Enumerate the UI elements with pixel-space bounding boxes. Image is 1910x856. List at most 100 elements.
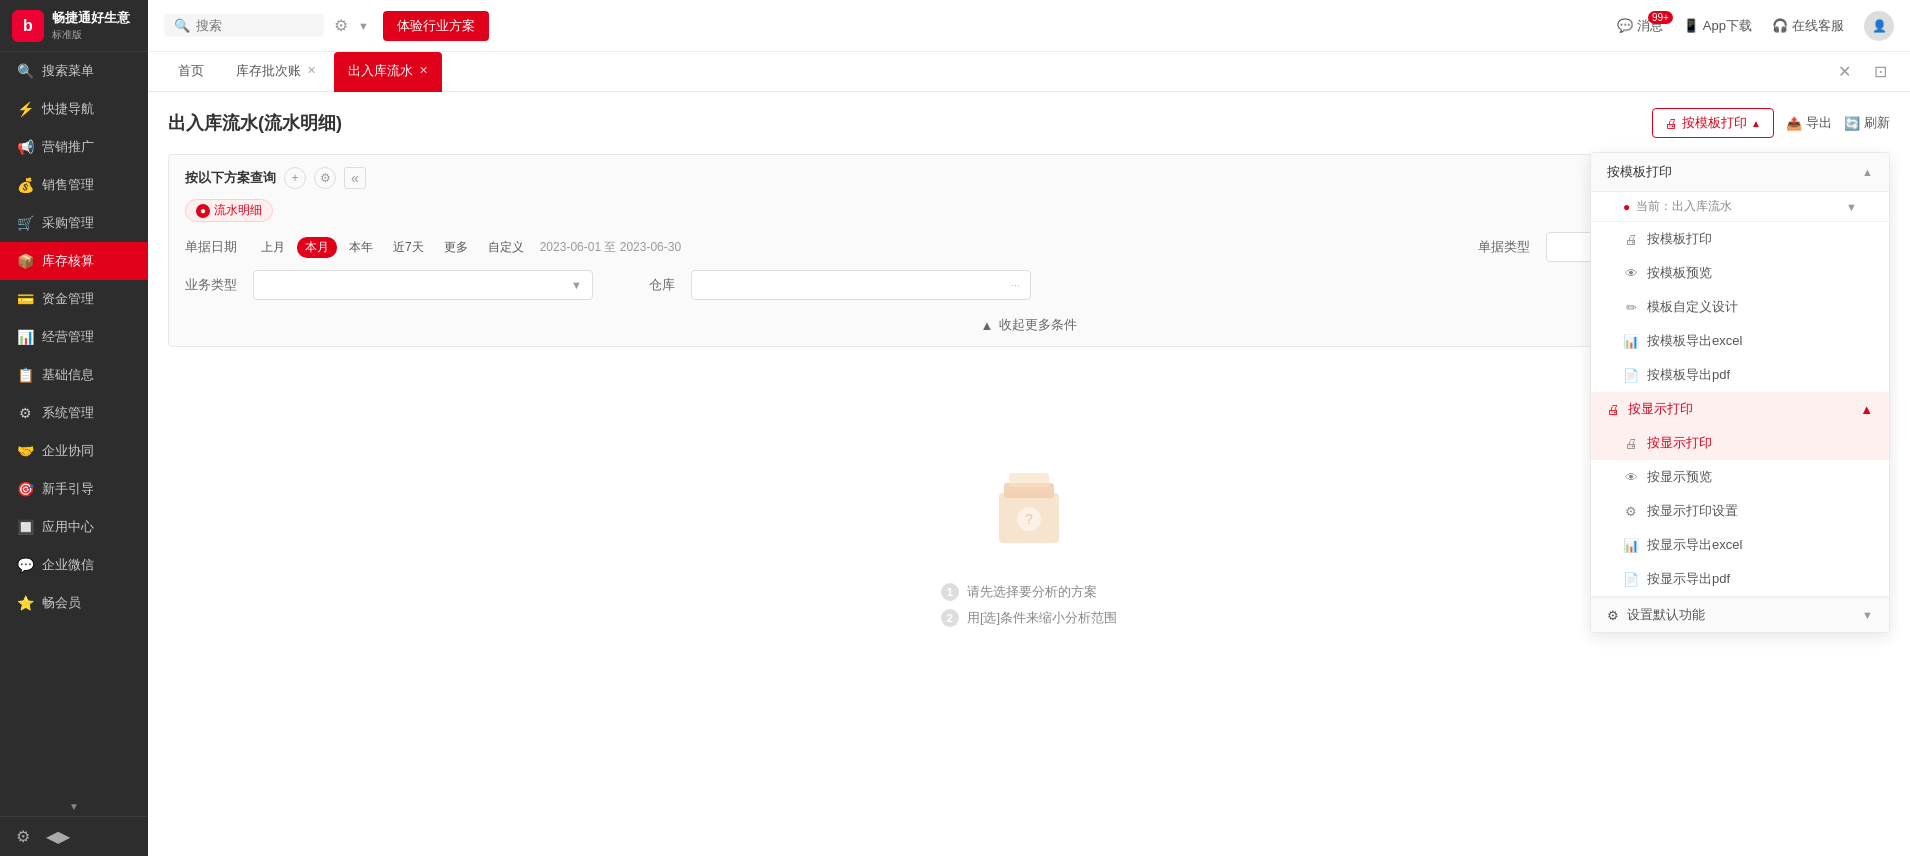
search-menu-icon: 🔍 <box>16 62 34 80</box>
display-print-icon: 🖨 <box>1623 435 1639 451</box>
messages-badge: 99+ <box>1648 11 1673 24</box>
sidebar-item-sales[interactable]: 💰 销售管理 <box>0 166 148 204</box>
dropdown-item-template-export-pdf[interactable]: 📄 按模板导出pdf <box>1591 358 1889 392</box>
dropdown-item-display-export-pdf[interactable]: 📄 按显示导出pdf <box>1591 562 1889 596</box>
empty-step-2-label: 用[选]条件来缩小分析范围 <box>967 609 1117 627</box>
trial-btn[interactable]: 体验行业方案 <box>383 11 489 41</box>
sidebar-item-beginner[interactable]: 🎯 新手引导 <box>0 470 148 508</box>
sidebar-item-operations[interactable]: 📊 经营管理 <box>0 318 148 356</box>
sidebar-item-enterprise[interactable]: 🤝 企业协同 <box>0 432 148 470</box>
doc-type-label: 单据类型 <box>1478 238 1530 256</box>
sidebar-item-enterprise-wechat[interactable]: 💬 企业微信 <box>0 546 148 584</box>
basic-info-icon: 📋 <box>16 366 34 384</box>
tabs-close-btn[interactable]: ✕ <box>1830 58 1858 86</box>
refresh-btn[interactable]: 🔄 刷新 <box>1844 114 1890 132</box>
topbar-gear-icon[interactable]: ⚙ <box>334 16 348 35</box>
tabs-right-controls: ✕ ⊡ <box>1830 58 1894 86</box>
sidebar-item-label: 搜索菜单 <box>42 62 132 80</box>
template-print-label: 按模板打印 <box>1647 230 1712 248</box>
date-tab-more[interactable]: 更多 <box>436 237 476 258</box>
sidebar: b 畅捷通好生意 标准版 🔍 搜索菜单 ⚡ 快捷导航 📢 营销推广 💰 销售管理… <box>0 0 148 856</box>
tab-inventory-batch-label: 库存批次账 <box>236 62 301 80</box>
app-download-btn[interactable]: 📱 App下载 <box>1683 17 1752 35</box>
app-download-label: App下载 <box>1703 17 1752 35</box>
enterprise-wechat-icon: 💬 <box>16 556 34 574</box>
svg-rect-2 <box>1009 473 1049 487</box>
user-avatar[interactable]: 👤 <box>1864 11 1894 41</box>
export-btn[interactable]: 📤 导出 <box>1786 114 1832 132</box>
sidebar-item-basic-info[interactable]: 📋 基础信息 <box>0 356 148 394</box>
sidebar-item-system[interactable]: ⚙ 系统管理 <box>0 394 148 432</box>
date-tab-last-7-days[interactable]: 近7天 <box>385 237 432 258</box>
date-filter: 上月 本月 本年 近7天 更多 自定义 2023-06-01 至 2023-06… <box>253 237 1422 258</box>
warehouse-arrow: ··· <box>1011 279 1020 291</box>
dropdown-header-label: 按模板打印 <box>1607 163 1672 181</box>
online-service-btn[interactable]: 🎧 在线客服 <box>1772 17 1844 35</box>
message-icon: 💬 <box>1617 18 1633 33</box>
sidebar-item-inventory[interactable]: 📦 库存核算 <box>0 242 148 280</box>
dropdown-item-display-print[interactable]: 🖨 按显示打印 <box>1591 426 1889 460</box>
print-icon: 🖨 <box>1665 116 1678 131</box>
date-tab-current-year[interactable]: 本年 <box>341 237 381 258</box>
tab-home[interactable]: 首页 <box>164 52 218 92</box>
display-preview-icon: 👁 <box>1623 469 1639 485</box>
sidebar-item-marketing[interactable]: 📢 营销推广 <box>0 128 148 166</box>
online-service-label: 在线客服 <box>1792 17 1844 35</box>
tab-inout-flow[interactable]: 出入库流水 ✕ <box>334 52 442 92</box>
sidebar-item-label: 应用中心 <box>42 518 132 536</box>
dropdown-header-arrow[interactable]: ▲ <box>1862 166 1873 178</box>
tab-inout-flow-close[interactable]: ✕ <box>419 64 428 77</box>
date-tab-custom[interactable]: 自定义 <box>480 237 532 258</box>
topbar: 🔍 ⚙ ▼ 体验行业方案 💬 消息 99+ 📱 App下载 🎧 在线客服 👤 <box>148 0 1910 52</box>
tab-inventory-batch[interactable]: 库存批次账 ✕ <box>222 52 330 92</box>
add-condition-btn[interactable]: + <box>284 167 306 189</box>
dropdown-item-template-design[interactable]: ✏ 模板自定义设计 <box>1591 290 1889 324</box>
date-tab-prev-month[interactable]: 上月 <box>253 237 293 258</box>
messages-btn[interactable]: 💬 消息 99+ <box>1617 17 1663 35</box>
sidebar-item-purchase[interactable]: 🛒 采购管理 <box>0 204 148 242</box>
template-preview-label: 按模板预览 <box>1647 264 1712 282</box>
date-tab-current-month[interactable]: 本月 <box>297 237 337 258</box>
dropdown-item-display-print-settings[interactable]: ⚙ 按显示打印设置 <box>1591 494 1889 528</box>
dropdown-item-display-preview[interactable]: 👁 按显示预览 <box>1591 460 1889 494</box>
sidebar-item-membership[interactable]: ⭐ 畅会员 <box>0 584 148 622</box>
warehouse-select[interactable]: ··· <box>691 270 1031 300</box>
sidebar-collapse-icon[interactable]: ◀▶ <box>46 827 70 846</box>
tabs-maximize-btn[interactable]: ⊡ <box>1866 58 1894 86</box>
settings-condition-btn[interactable]: ⚙ <box>314 167 336 189</box>
sidebar-item-app-center[interactable]: 🔲 应用中心 <box>0 508 148 546</box>
template-design-icon: ✏ <box>1623 299 1639 315</box>
step-num-1: 1 <box>941 583 959 601</box>
sidebar-item-search-menu[interactable]: 🔍 搜索菜单 <box>0 52 148 90</box>
filter-tag[interactable]: ● 流水明细 <box>185 199 273 222</box>
system-icon: ⚙ <box>16 404 34 422</box>
dropdown-item-display-export-excel[interactable]: 📊 按显示导出excel <box>1591 528 1889 562</box>
sidebar-logo: b 畅捷通好生意 标准版 <box>0 0 148 52</box>
footer-arrow: ▼ <box>1862 609 1873 621</box>
dropdown-item-template-export-excel[interactable]: 📊 按模板导出excel <box>1591 324 1889 358</box>
dropdown-item-template-preview[interactable]: 👁 按模板预览 <box>1591 256 1889 290</box>
display-print-section-header[interactable]: 🖨 按显示打印 ▲ <box>1591 392 1889 426</box>
collapse-condition-btn[interactable]: « <box>344 167 366 189</box>
empty-step-2: 2 用[选]条件来缩小分析范围 <box>941 609 1117 627</box>
business-type-arrow: ▼ <box>571 279 582 291</box>
sidebar-settings-icon[interactable]: ⚙ <box>16 827 30 846</box>
display-print-section-label: 按显示打印 <box>1628 400 1693 418</box>
tab-inventory-batch-close[interactable]: ✕ <box>307 64 316 77</box>
search-icon: 🔍 <box>174 18 190 33</box>
current-arrow: ▼ <box>1846 201 1857 213</box>
warehouse-label: 仓库 <box>649 276 675 294</box>
print-template-btn[interactable]: 🖨 按模板打印 ▲ <box>1652 108 1774 138</box>
business-type-select[interactable]: ▼ <box>253 270 593 300</box>
topbar-dropdown-arrow[interactable]: ▼ <box>358 20 369 32</box>
sidebar-item-finance[interactable]: 💳 资金管理 <box>0 280 148 318</box>
dropdown-item-template-print[interactable]: 🖨 按模板打印 <box>1591 222 1889 256</box>
sidebar-item-quick-nav[interactable]: ⚡ 快捷导航 <box>0 90 148 128</box>
sidebar-item-label: 畅会员 <box>42 594 132 612</box>
sidebar-item-label: 系统管理 <box>42 404 132 422</box>
topbar-search-box[interactable]: 🔍 <box>164 14 324 37</box>
sidebar-scroll-down[interactable]: ▼ <box>0 796 148 816</box>
topbar-search-input[interactable] <box>196 18 296 33</box>
dropdown-footer[interactable]: ⚙ 设置默认功能 ▼ <box>1591 597 1889 632</box>
sidebar-item-label: 采购管理 <box>42 214 132 232</box>
